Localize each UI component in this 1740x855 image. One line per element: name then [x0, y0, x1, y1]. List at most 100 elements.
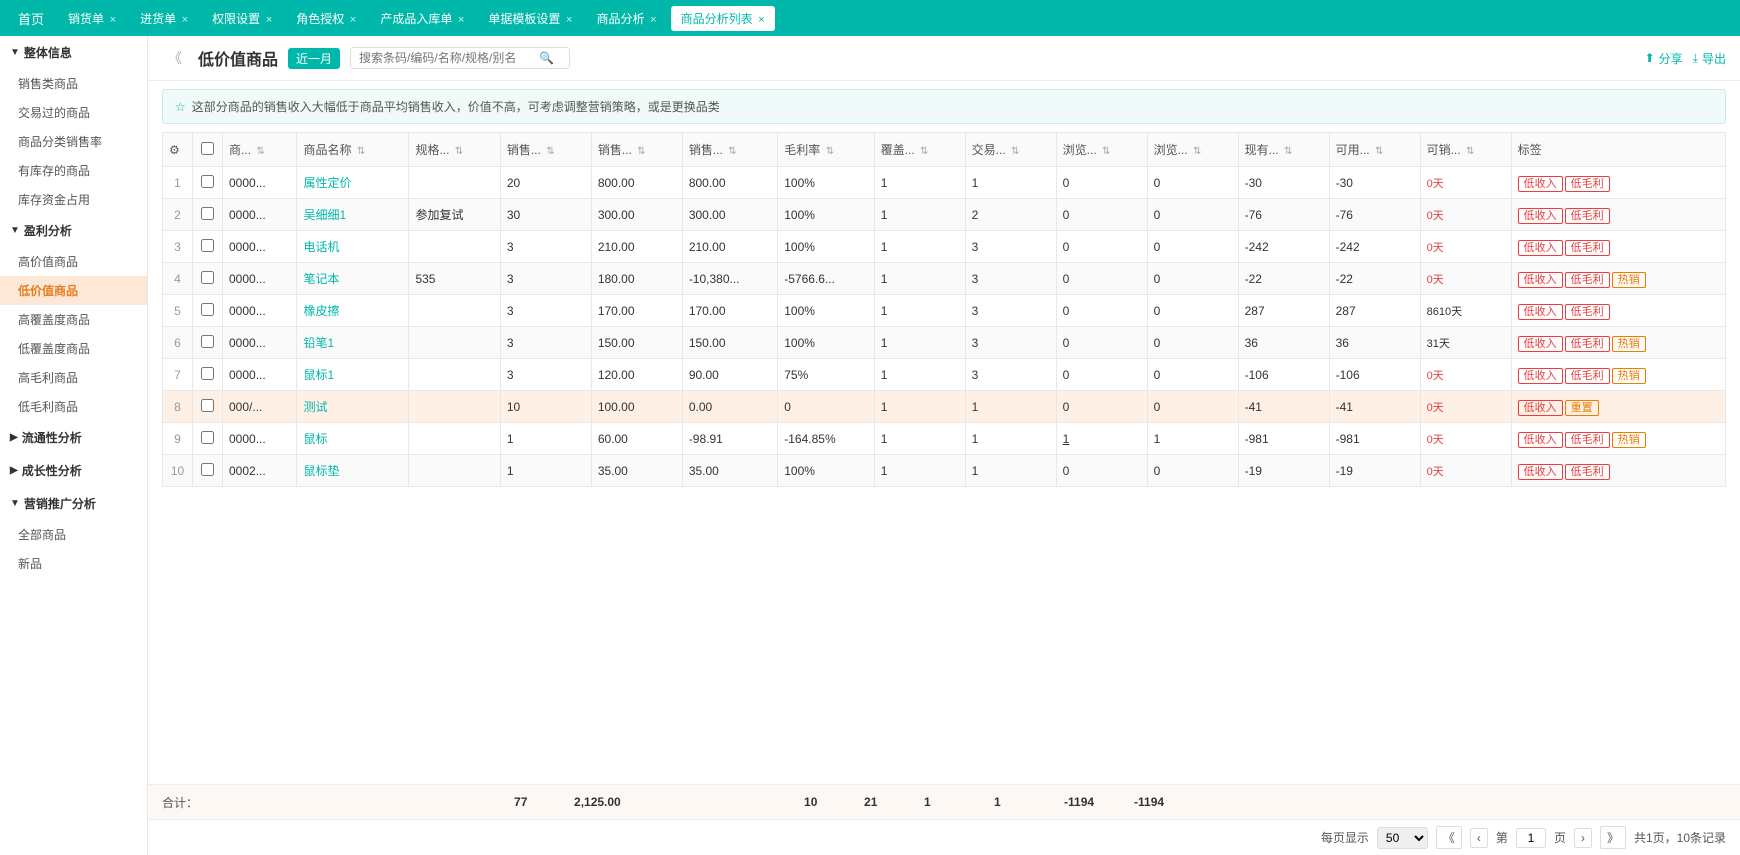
th-code[interactable]: 商... ⇅ — [223, 133, 297, 167]
th-sellable[interactable]: 可销... ⇅ — [1420, 133, 1511, 167]
collapse-button[interactable]: 《 — [162, 46, 188, 70]
th-spec[interactable]: 规格... ⇅ — [409, 133, 500, 167]
row-checkbox[interactable] — [193, 359, 223, 391]
row-select-checkbox[interactable] — [201, 303, 214, 316]
sellable-days: 8610天 — [1420, 295, 1511, 327]
nav-close-permission[interactable]: × — [266, 14, 272, 26]
th-sale-profit[interactable]: 销售... ⇅ — [682, 133, 777, 167]
row-select-checkbox[interactable] — [201, 175, 214, 188]
th-trade[interactable]: 交易... ⇅ — [965, 133, 1056, 167]
nav-close-sales-order[interactable]: × — [110, 14, 116, 26]
th-browse2[interactable]: 浏览... ⇅ — [1147, 133, 1238, 167]
sidebar-item-all-goods[interactable]: 全部商品 — [0, 520, 147, 549]
row-checkbox[interactable] — [193, 263, 223, 295]
product-name[interactable]: 鼠标垫 — [297, 455, 409, 487]
row-checkbox[interactable] — [193, 199, 223, 231]
th-coverage[interactable]: 覆盖... ⇅ — [874, 133, 965, 167]
search-input[interactable] — [359, 51, 539, 65]
filter-tag-month[interactable]: 近一月 — [288, 48, 340, 69]
sidebar-item-stock-capital[interactable]: 库存资金占用 — [0, 185, 147, 214]
product-name[interactable]: 属性定价 — [297, 167, 409, 199]
nav-close-purchase-order[interactable]: × — [182, 14, 188, 26]
first-page-button[interactable]: 《 — [1436, 826, 1462, 849]
row-select-checkbox[interactable] — [201, 399, 214, 412]
sidebar-item-low-value[interactable]: 低价值商品 — [0, 276, 147, 305]
sale-profit: 150.00 — [682, 327, 777, 359]
row-checkbox[interactable] — [193, 455, 223, 487]
th-tags[interactable]: 标签 — [1511, 133, 1725, 167]
browse-count1[interactable]: 1 — [1056, 423, 1147, 455]
page-number-input[interactable] — [1516, 828, 1546, 848]
nav-role-auth[interactable]: 角色授权 × — [286, 6, 366, 31]
nav-product-analysis[interactable]: 商品分析 × — [586, 6, 666, 31]
nav-product-stock[interactable]: 产成品入库单 × — [370, 6, 474, 31]
sidebar-item-new-goods[interactable]: 新品 — [0, 549, 147, 578]
select-all-checkbox[interactable] — [201, 142, 214, 155]
nav-close-template[interactable]: × — [566, 14, 572, 26]
nav-sales-order[interactable]: 销货单 × — [58, 6, 126, 31]
nav-close-product-stock[interactable]: × — [458, 14, 464, 26]
prev-page-button[interactable]: ‹ — [1470, 828, 1488, 848]
th-name[interactable]: 商品名称 ⇅ — [297, 133, 409, 167]
sidebar-item-low-margin[interactable]: 低毛利商品 — [0, 392, 147, 421]
row-select-checkbox[interactable] — [201, 367, 214, 380]
th-sale-qty[interactable]: 销售... ⇅ — [500, 133, 591, 167]
th-browse1[interactable]: 浏览... ⇅ — [1056, 133, 1147, 167]
next-page-button[interactable]: › — [1574, 828, 1592, 848]
th-sale-amount[interactable]: 销售... ⇅ — [591, 133, 682, 167]
row-select-checkbox[interactable] — [201, 239, 214, 252]
row-checkbox[interactable] — [193, 423, 223, 455]
sidebar-group-marketing[interactable]: ▼ 营销推广分析 — [0, 487, 147, 520]
sidebar-item-high-coverage[interactable]: 高覆盖度商品 — [0, 305, 147, 334]
row-select-checkbox[interactable] — [201, 271, 214, 284]
row-checkbox[interactable] — [193, 295, 223, 327]
sidebar-group-liquidity[interactable]: ▶ 流通性分析 — [0, 421, 147, 454]
product-name[interactable]: 铅笔1 — [297, 327, 409, 359]
nav-purchase-order[interactable]: 进货单 × — [130, 6, 198, 31]
th-available-stock[interactable]: 可用... ⇅ — [1329, 133, 1420, 167]
sidebar-item-low-coverage[interactable]: 低覆盖度商品 — [0, 334, 147, 363]
search-box: 🔍 — [350, 47, 570, 69]
nav-close-product-analysis[interactable]: × — [650, 14, 656, 26]
row-num: 2 — [163, 199, 193, 231]
product-name[interactable]: 吴细细1 — [297, 199, 409, 231]
sidebar-item-category-sales-rate[interactable]: 商品分类销售率 — [0, 127, 147, 156]
th-current-stock[interactable]: 现有... ⇅ — [1238, 133, 1329, 167]
row-checkbox[interactable] — [193, 231, 223, 263]
th-margin[interactable]: 毛利率 ⇅ — [778, 133, 874, 167]
product-name[interactable]: 鼠标 — [297, 423, 409, 455]
row-checkbox[interactable] — [193, 391, 223, 423]
last-page-button[interactable]: 》 — [1600, 826, 1626, 849]
row-select-checkbox[interactable] — [201, 335, 214, 348]
row-checkbox[interactable] — [193, 167, 223, 199]
sidebar-group-profit[interactable]: ▼ 盈利分析 — [0, 214, 147, 247]
sidebar-group-growth[interactable]: ▶ 成长性分析 — [0, 454, 147, 487]
product-name[interactable]: 鼠标1 — [297, 359, 409, 391]
nav-home[interactable]: 首页 — [8, 5, 54, 32]
row-checkbox[interactable] — [193, 327, 223, 359]
row-select-checkbox[interactable] — [201, 431, 214, 444]
product-name[interactable]: 测试 — [297, 391, 409, 423]
sidebar-item-high-margin[interactable]: 高毛利商品 — [0, 363, 147, 392]
search-icon[interactable]: 🔍 — [539, 51, 554, 65]
nav-product-analysis-list[interactable]: 商品分析列表 × — [671, 6, 775, 31]
nav-close-analysis-list[interactable]: × — [758, 14, 764, 26]
th-settings[interactable]: ⚙ — [163, 133, 193, 167]
nav-close-role-auth[interactable]: × — [350, 14, 356, 26]
nav-template-settings[interactable]: 单据模板设置 × — [478, 6, 582, 31]
product-name[interactable]: 电话机 — [297, 231, 409, 263]
per-page-select[interactable]: 50 100 200 — [1377, 827, 1428, 849]
sidebar-group-overall[interactable]: ▼ 整体信息 — [0, 36, 147, 69]
row-select-checkbox[interactable] — [201, 463, 214, 476]
sidebar-item-stock-goods[interactable]: 有库存的商品 — [0, 156, 147, 185]
sidebar-item-traded-goods[interactable]: 交易过的商品 — [0, 98, 147, 127]
sidebar-item-sales-goods[interactable]: 销售类商品 — [0, 69, 147, 98]
product-name[interactable]: 橡皮擦 — [297, 295, 409, 327]
export-button[interactable]: ⤓ 导出 — [1693, 50, 1726, 67]
nav-permission-settings[interactable]: 权限设置 × — [202, 6, 282, 31]
row-select-checkbox[interactable] — [201, 207, 214, 220]
sidebar-item-high-value[interactable]: 高价值商品 — [0, 247, 147, 276]
share-button[interactable]: ⬆ 分享 — [1645, 50, 1683, 67]
th-checkbox[interactable] — [193, 133, 223, 167]
product-name[interactable]: 笔记本 — [297, 263, 409, 295]
